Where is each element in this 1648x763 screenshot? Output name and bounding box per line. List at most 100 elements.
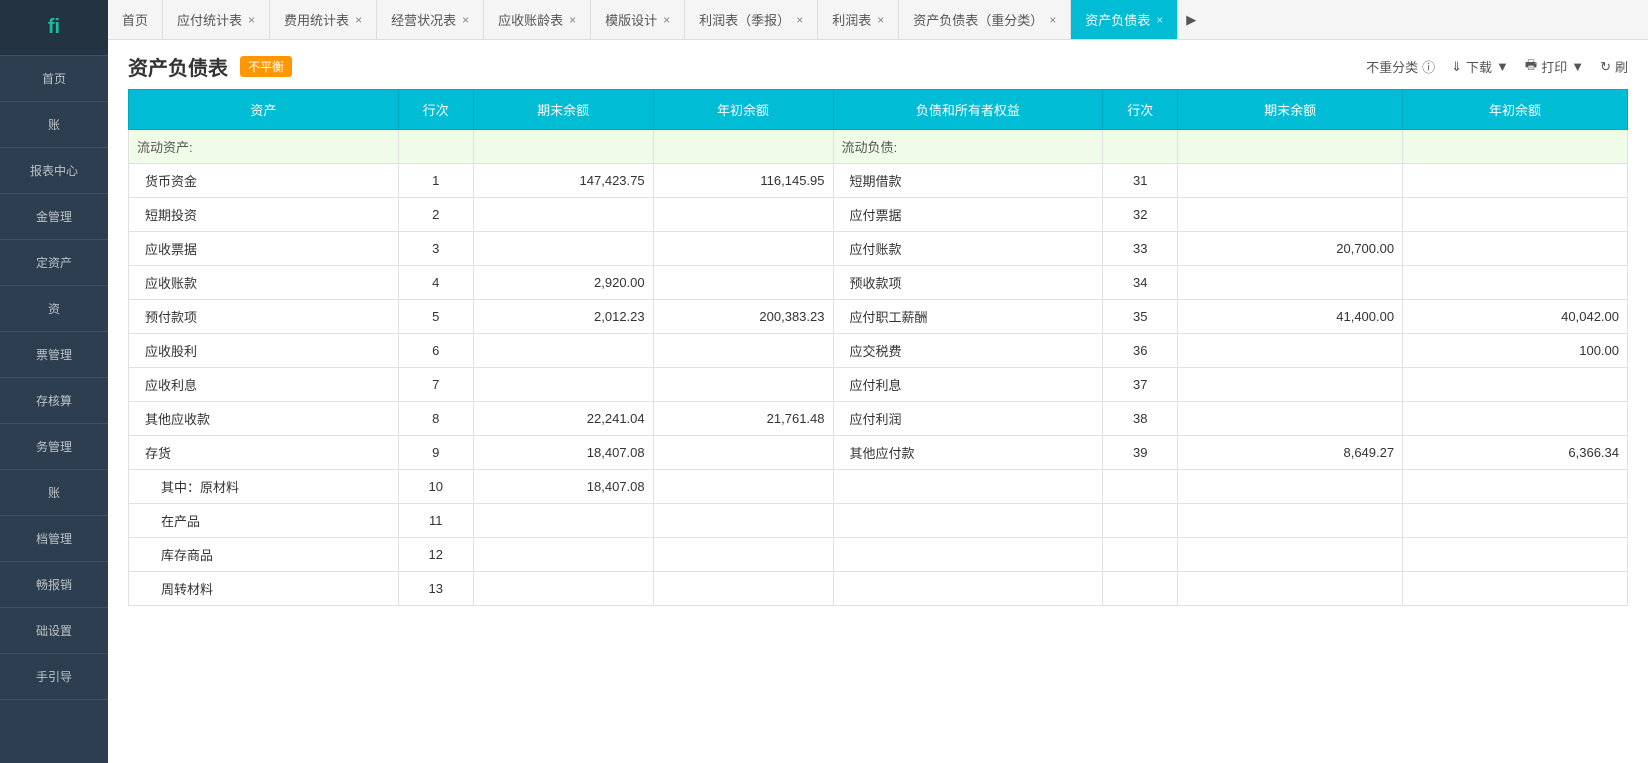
left-line-num: 8 (398, 402, 473, 436)
left-line-num: 13 (398, 572, 473, 606)
tab-template-design[interactable]: 模版设计 × (591, 0, 685, 40)
left-ending-balance (473, 572, 653, 606)
tab-income-statement[interactable]: 利润表 × (818, 0, 899, 40)
sidebar-item-fund-mgmt[interactable]: 金管理 (0, 194, 108, 240)
left-ending-balance: 2,012.23 (473, 300, 653, 334)
tab-scroll-right-arrow[interactable]: ▶ (1178, 0, 1204, 40)
left-beginning-balance (653, 538, 833, 572)
right-line-num: 31 (1103, 164, 1178, 198)
tab-expense-stats[interactable]: 费用统计表 × (270, 0, 377, 40)
tab-close-icon[interactable]: × (1049, 13, 1056, 27)
right-ending-balance: 20,700.00 (1178, 232, 1403, 266)
sidebar-item-invoice-mgmt[interactable]: 票管理 (0, 332, 108, 378)
left-ending-balance: 147,423.75 (473, 164, 653, 198)
left-item-name: 周转材料 (129, 572, 399, 606)
sidebar-item-account[interactable]: 账 (0, 102, 108, 148)
left-item-name: 存货 (129, 436, 399, 470)
tab-payable-stats[interactable]: 应付统计表 × (163, 0, 270, 40)
left-line-num: 2 (398, 198, 473, 232)
left-beginning-balance: 21,761.48 (653, 402, 833, 436)
left-beginning-balance (653, 368, 833, 402)
tab-close-icon[interactable]: × (355, 13, 362, 27)
right-line-num: 37 (1103, 368, 1178, 402)
right-line-num (1103, 572, 1178, 606)
right-beginning-balance (1403, 504, 1628, 538)
left-beginning-balance: 116,145.95 (653, 164, 833, 198)
sidebar-item-archive-mgmt[interactable]: 档管理 (0, 516, 108, 562)
sidebar-item-home[interactable]: 首页 (0, 56, 108, 102)
print-icon: 🖶 (1525, 56, 1537, 78)
right-ending-balance (1178, 266, 1403, 300)
left-item-name: 应收股利 (129, 334, 399, 368)
right-line-num: 33 (1103, 232, 1178, 266)
print-button[interactable]: 🖶 打印 ▼ (1525, 56, 1584, 78)
left-line-num: 3 (398, 232, 473, 266)
tab-close-icon[interactable]: × (569, 13, 576, 27)
tab-close-icon[interactable]: × (462, 13, 469, 27)
sidebar: fi 首页 账 报表中心 金管理 定资产 资 票管理 存核算 务管理 账 档管理… (0, 0, 108, 763)
right-item-name: 应交税费 (833, 334, 1103, 368)
right-line-num (1103, 470, 1178, 504)
right-item-name: 应付职工薪酬 (833, 300, 1103, 334)
page-title: 资产负债表 (128, 52, 228, 81)
tab-balance-reclassify[interactable]: 资产负债表（重分类） × (899, 0, 1071, 40)
no-reclassify-option[interactable]: 不重分类 ⓘ (1366, 57, 1435, 76)
header-beginning-balance2: 年初余额 (1403, 90, 1628, 130)
left-ending-balance (473, 334, 653, 368)
left-line-num: 4 (398, 266, 473, 300)
right-beginning-balance (1403, 538, 1628, 572)
right-beginning-balance: 40,042.00 (1403, 300, 1628, 334)
sidebar-item-investment[interactable]: 资 (0, 286, 108, 332)
right-item-name: 其他应付款 (833, 436, 1103, 470)
right-line-num: 34 (1103, 266, 1178, 300)
right-beginning-balance: 6,366.34 (1403, 436, 1628, 470)
sidebar-item-fixed-assets[interactable]: 定资产 (0, 240, 108, 286)
tab-business-status[interactable]: 经营状况表 × (377, 0, 484, 40)
right-item-name (833, 470, 1103, 504)
sidebar-item-guide[interactable]: 手引导 (0, 654, 108, 700)
right-beginning-balance (1403, 368, 1628, 402)
sidebar-item-ledger[interactable]: 账 (0, 470, 108, 516)
right-item-name (833, 572, 1103, 606)
right-ending-balance (1178, 504, 1403, 538)
right-beginning-balance (1403, 164, 1628, 198)
sidebar-item-affairs-mgmt[interactable]: 务管理 (0, 424, 108, 470)
tab-home[interactable]: 首页 (108, 0, 163, 40)
right-item-name: 应付利息 (833, 368, 1103, 402)
tab-close-icon[interactable]: × (1156, 13, 1163, 27)
sidebar-item-report-center[interactable]: 报表中心 (0, 148, 108, 194)
sidebar-item-expense[interactable]: 畅报销 (0, 562, 108, 608)
left-line-num: 6 (398, 334, 473, 368)
tab-income-quarterly[interactable]: 利润表（季报） × (685, 0, 818, 40)
download-button[interactable]: ⇓ 下载 ▼ (1451, 57, 1509, 76)
refresh-button[interactable]: ↻ 刷 (1600, 57, 1628, 76)
tab-balance-sheet[interactable]: 资产负债表 × (1071, 0, 1178, 40)
chevron-down-icon: ▼ (1571, 59, 1584, 74)
right-line-num: 38 (1103, 402, 1178, 436)
tab-close-icon[interactable]: × (248, 13, 255, 27)
right-line-num: 32 (1103, 198, 1178, 232)
sidebar-logo: fi (0, 0, 108, 56)
right-beginning-balance (1403, 232, 1628, 266)
tab-receivable-aging[interactable]: 应收账龄表 × (484, 0, 591, 40)
sidebar-item-settings[interactable]: 础设置 (0, 608, 108, 654)
tab-close-icon[interactable]: × (663, 13, 670, 27)
table-container: 资产 行次 期末余额 年初余额 负债和所有者权益 行次 期末余额 年初余额 流动… (108, 89, 1648, 763)
section-left-label: 流动资产: (129, 130, 399, 164)
tab-close-icon[interactable]: × (796, 13, 803, 27)
tab-close-icon[interactable]: × (877, 13, 884, 27)
right-beginning-balance (1403, 198, 1628, 232)
right-ending-balance (1178, 334, 1403, 368)
right-line-num (1103, 504, 1178, 538)
left-item-name: 库存商品 (129, 538, 399, 572)
right-ending-balance (1178, 368, 1403, 402)
right-line-num (1103, 538, 1178, 572)
left-beginning-balance (653, 572, 833, 606)
header-actions: 不重分类 ⓘ ⇓ 下载 ▼ 🖶 打印 ▼ ↻ 刷 (1366, 56, 1628, 78)
download-icon: ⇓ (1451, 59, 1462, 75)
sidebar-item-inventory[interactable]: 存核算 (0, 378, 108, 424)
balance-sheet-table: 资产 行次 期末余额 年初余额 负债和所有者权益 行次 期末余额 年初余额 流动… (128, 89, 1628, 606)
left-item-name: 应收票据 (129, 232, 399, 266)
right-ending-balance (1178, 572, 1403, 606)
right-ending-balance (1178, 198, 1403, 232)
